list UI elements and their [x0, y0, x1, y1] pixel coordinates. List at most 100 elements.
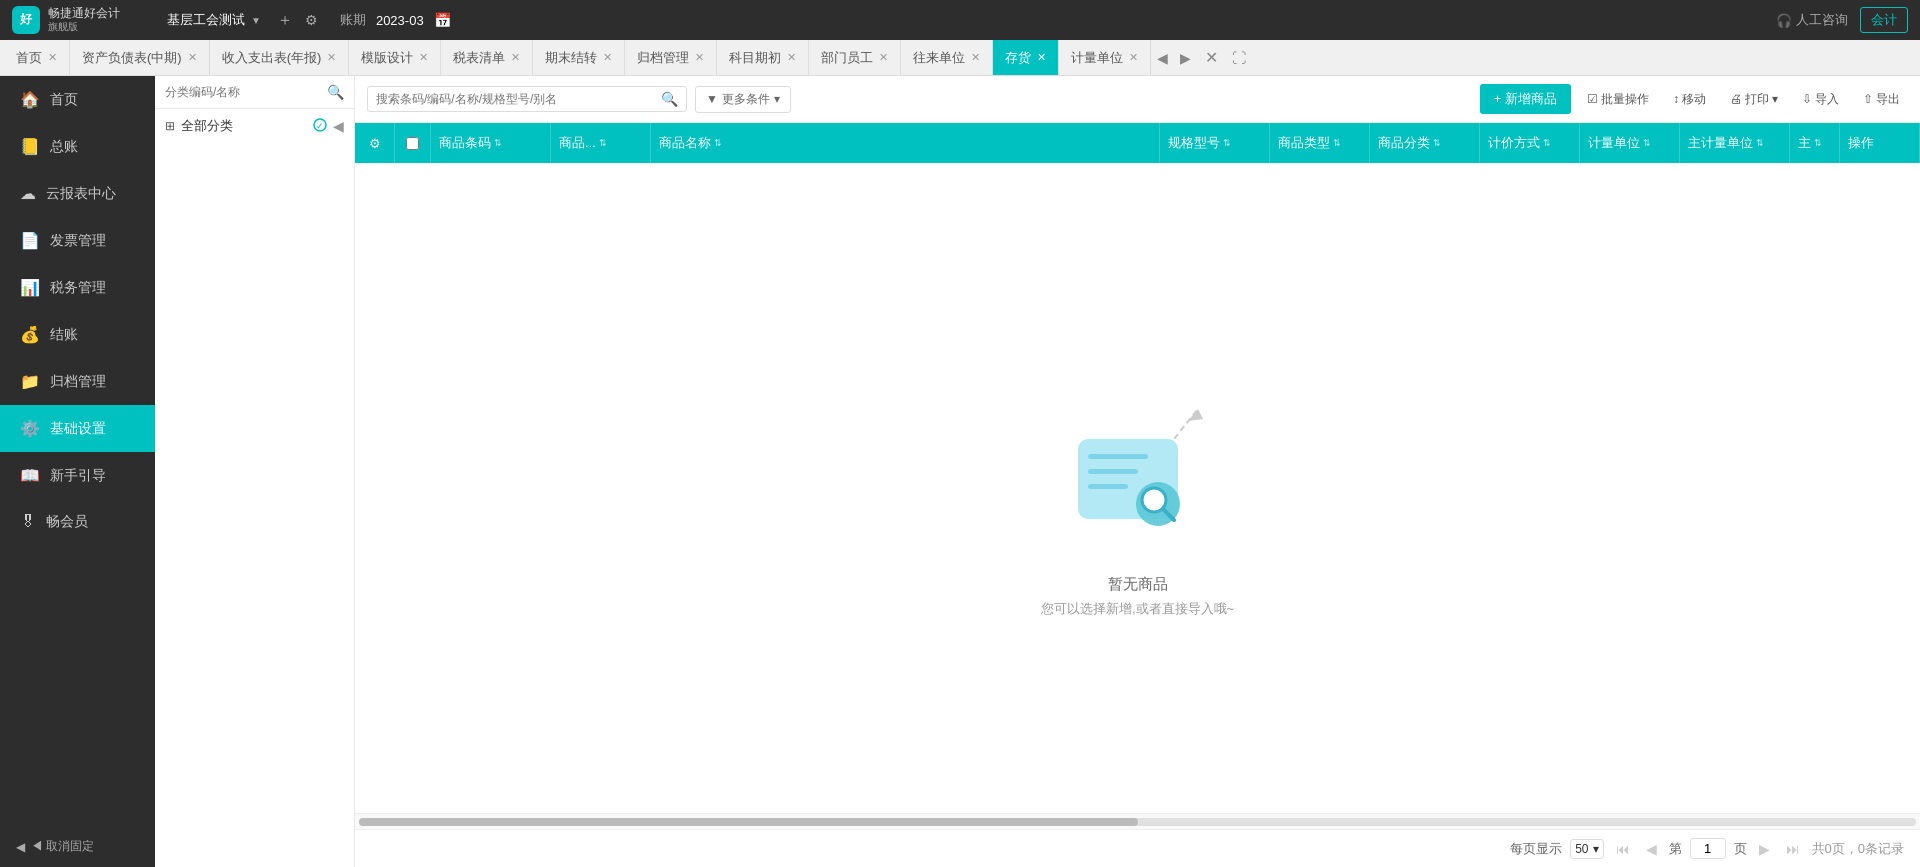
sidebar-item-settlement[interactable]: 💰 结账: [0, 311, 155, 358]
tab-inventory-close[interactable]: ✕: [1037, 51, 1046, 64]
more-conditions-button[interactable]: ▼ 更多条件 ▾: [695, 86, 791, 113]
next-page-button[interactable]: ▶: [1755, 839, 1774, 859]
th-type-label: 商品类型: [1278, 134, 1330, 152]
search-icon[interactable]: 🔍: [661, 91, 678, 107]
tab-expand-button[interactable]: ⛶: [1226, 40, 1252, 76]
sidebar-item-invoice[interactable]: 📄 发票管理: [0, 217, 155, 264]
calendar-icon[interactable]: 📅: [434, 12, 451, 28]
sidebar-item-guide[interactable]: 📖 新手引导: [0, 452, 155, 499]
batch-ops-label: 批量操作: [1601, 91, 1649, 108]
th-main-unit[interactable]: 主计量单位 ⇅: [1680, 123, 1790, 163]
tab-archive[interactable]: 归档管理 ✕: [625, 40, 717, 76]
last-page-button[interactable]: ⏭: [1782, 839, 1804, 859]
tab-unit-close[interactable]: ✕: [1129, 51, 1138, 64]
horizontal-scrollbar-thumb[interactable]: [359, 818, 1138, 826]
settings-icon[interactable]: ⚙: [305, 12, 318, 28]
import-label: 导入: [1815, 91, 1839, 108]
th-name-label: 商品名称: [659, 134, 711, 152]
tab-archive-close[interactable]: ✕: [695, 51, 704, 64]
tab-tax-list[interactable]: 税表清单 ✕: [441, 40, 533, 76]
th-checkbox[interactable]: [395, 123, 431, 163]
first-page-button[interactable]: ⏮: [1612, 839, 1634, 859]
tab-income-statement-close[interactable]: ✕: [327, 51, 336, 64]
tab-close-all-button[interactable]: ✕: [1197, 40, 1226, 76]
sort-spec-icon: ⇅: [1223, 138, 1231, 148]
sidebar-item-tax[interactable]: 📊 税务管理: [0, 264, 155, 311]
app-logo: 好: [12, 6, 40, 34]
tab-unit[interactable]: 计量单位 ✕: [1059, 40, 1151, 76]
project-selector[interactable]: 基层工会测试 ▼ ＋ ⚙ 账期 2023-03 📅: [167, 10, 1776, 31]
move-button[interactable]: ↕ 移动: [1665, 86, 1714, 113]
tab-next-button[interactable]: ▶: [1174, 40, 1197, 76]
prev-page-button[interactable]: ◀: [1642, 839, 1661, 859]
th-extra[interactable]: 主 ⇅: [1790, 123, 1840, 163]
page-number-input[interactable]: [1690, 838, 1726, 859]
tab-homepage-label: 首页: [16, 49, 42, 67]
new-product-button[interactable]: + 新增商品: [1480, 84, 1571, 114]
tab-subject-initial[interactable]: 科目期初 ✕: [717, 40, 809, 76]
th-code[interactable]: 商品... ⇅: [551, 123, 651, 163]
tab-balance-sheet-close[interactable]: ✕: [188, 51, 197, 64]
export-icon: ⇧: [1863, 92, 1873, 106]
tab-template-close[interactable]: ✕: [419, 51, 428, 64]
period-value: 2023-03: [376, 13, 424, 28]
tab-period-transfer-close[interactable]: ✕: [603, 51, 612, 64]
tab-subject-initial-close[interactable]: ✕: [787, 51, 796, 64]
tab-template[interactable]: 模版设计 ✕: [349, 40, 441, 76]
th-barcode[interactable]: 商品条码 ⇅: [431, 123, 551, 163]
sidebar-collapse-button[interactable]: ◀ ◀ 取消固定: [0, 826, 155, 867]
sidebar-item-archive[interactable]: 📁 归档管理: [0, 358, 155, 405]
filter-icon: ▼: [706, 92, 718, 106]
category-search-icon[interactable]: 🔍: [327, 84, 344, 100]
tab-homepage[interactable]: 首页 ✕: [4, 40, 70, 76]
tab-contacts[interactable]: 往来单位 ✕: [901, 40, 993, 76]
select-all-checkbox[interactable]: [406, 137, 419, 150]
tab-inventory[interactable]: 存货 ✕: [993, 40, 1059, 76]
horizontal-scrollbar[interactable]: [359, 818, 1916, 826]
tab-period-transfer[interactable]: 期末结转 ✕: [533, 40, 625, 76]
th-ops: 操作: [1840, 123, 1920, 163]
empty-illustration: [1038, 359, 1238, 559]
tab-tax-list-close[interactable]: ✕: [511, 51, 520, 64]
th-unit[interactable]: 计量单位 ⇅: [1580, 123, 1680, 163]
tab-department-close[interactable]: ✕: [879, 51, 888, 64]
batch-ops-button[interactable]: ☑ 批量操作: [1579, 86, 1657, 113]
period-label: 账期: [340, 11, 366, 29]
sidebar-item-member[interactable]: 🎖 畅会员: [0, 499, 155, 545]
print-button[interactable]: 🖨 打印 ▾: [1722, 86, 1786, 113]
sidebar-basic-settings-label: 基础设置: [50, 420, 106, 438]
import-button[interactable]: ⇩ 导入: [1794, 86, 1847, 113]
tab-homepage-close[interactable]: ✕: [48, 51, 57, 64]
category-edit-button[interactable]: ✓: [313, 118, 327, 135]
customer-service-button[interactable]: 🎧 人工咨询: [1776, 11, 1848, 29]
customer-service-label: 人工咨询: [1796, 11, 1848, 29]
category-collapse-button[interactable]: ◀: [333, 118, 344, 135]
print-dropdown-icon: ▾: [1772, 92, 1778, 106]
tab-department[interactable]: 部门员工 ✕: [809, 40, 901, 76]
th-spec[interactable]: 规格型号 ⇅: [1160, 123, 1270, 163]
tab-contacts-close[interactable]: ✕: [971, 51, 980, 64]
category-panel: 🔍 ⊞ 全部分类 ✓ ◀: [155, 76, 355, 867]
export-button[interactable]: ⇧ 导出: [1855, 86, 1908, 113]
svg-rect-5: [1088, 469, 1138, 474]
th-type[interactable]: 商品类型 ⇅: [1270, 123, 1370, 163]
sidebar-item-cloud-report[interactable]: ☁ 云报表中心: [0, 170, 155, 217]
tab-prev-button[interactable]: ◀: [1151, 40, 1174, 76]
sidebar-invoice-label: 发票管理: [50, 232, 106, 250]
th-pricing[interactable]: 计价方式 ⇅: [1480, 123, 1580, 163]
sidebar-item-ledger[interactable]: 📒 总账: [0, 123, 155, 170]
per-page-select[interactable]: 50 ▾: [1570, 839, 1603, 859]
th-category[interactable]: 商品分类 ⇅: [1370, 123, 1480, 163]
th-name[interactable]: 商品名称 ⇅: [651, 123, 1160, 163]
project-name: 基层工会测试: [167, 11, 245, 29]
add-project-button[interactable]: ＋: [277, 10, 293, 31]
sidebar-item-basic-settings[interactable]: ⚙️ 基础设置: [0, 405, 155, 452]
tab-income-statement[interactable]: 收入支出表(年报) ✕: [210, 40, 350, 76]
th-pricing-label: 计价方式: [1488, 134, 1540, 152]
tab-balance-sheet[interactable]: 资产负债表(中期) ✕: [70, 40, 210, 76]
account-button[interactable]: 会计: [1860, 7, 1908, 33]
th-settings[interactable]: ⚙: [355, 123, 395, 163]
category-search-input[interactable]: [165, 85, 321, 99]
product-search-input[interactable]: [376, 92, 655, 106]
sidebar-item-home[interactable]: 🏠 首页: [0, 76, 155, 123]
